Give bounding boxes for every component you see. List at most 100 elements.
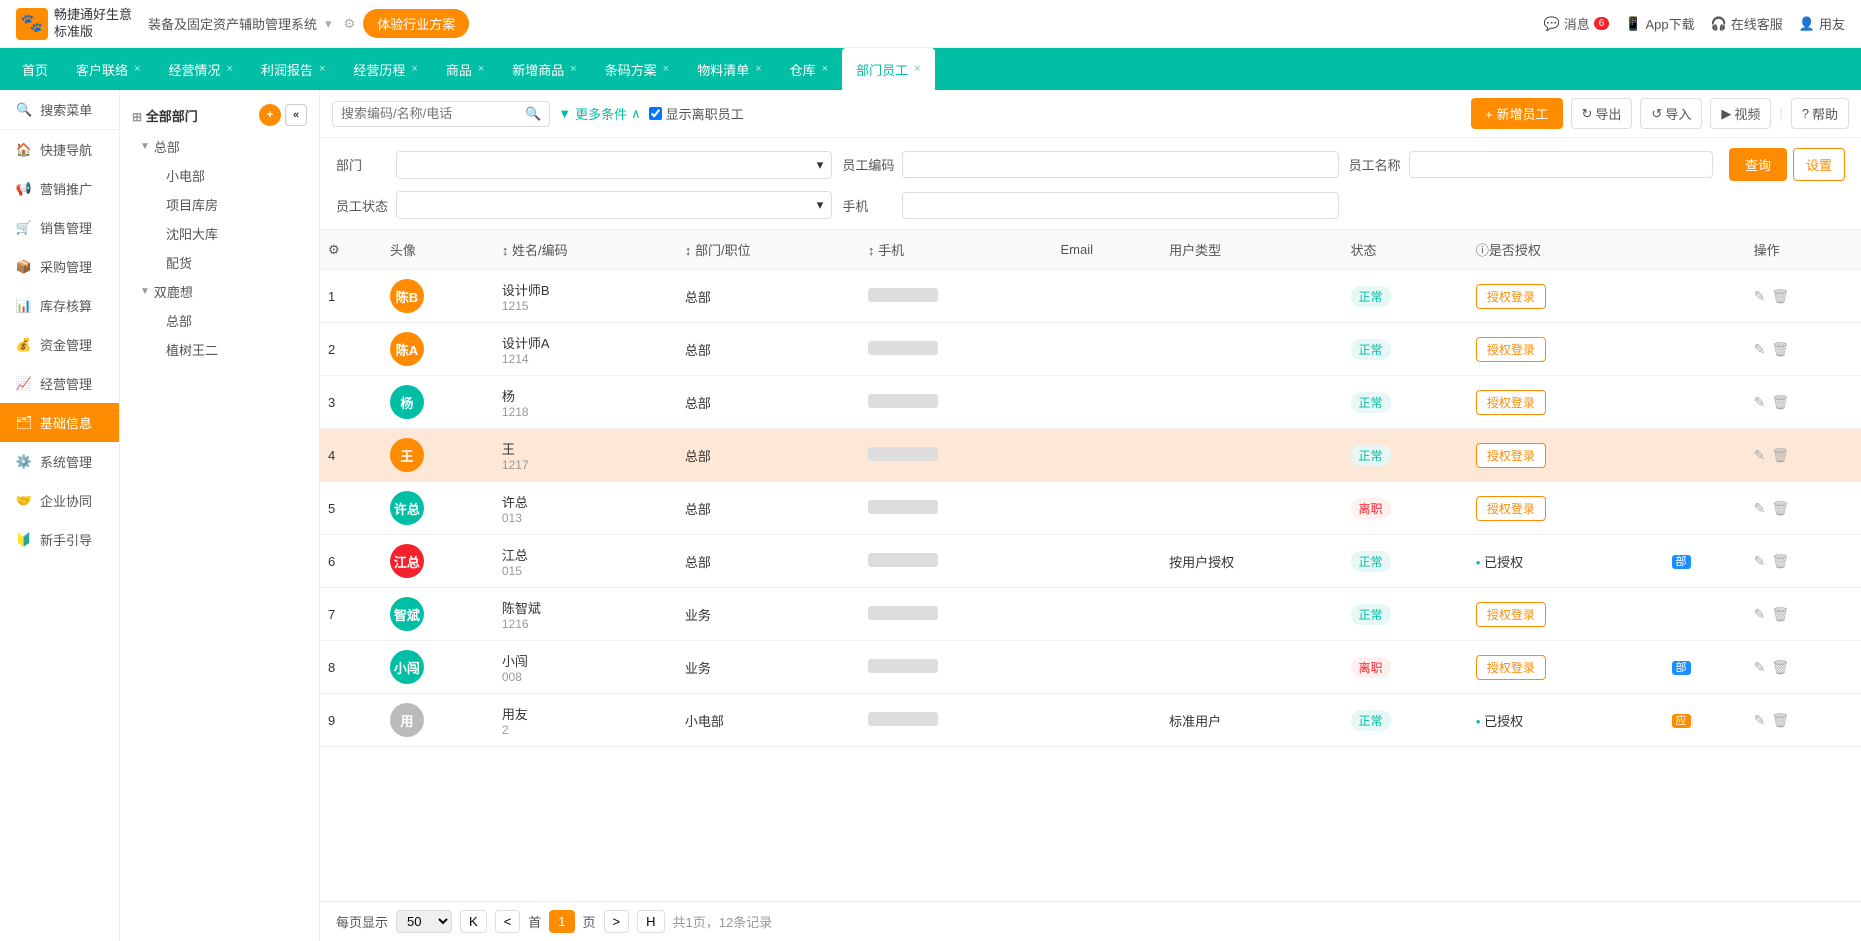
col-phone[interactable]: ↕ 手机 xyxy=(860,230,1053,270)
sidebar-item-purchase[interactable]: 📦采购管理 xyxy=(0,247,119,286)
dept-tree-item[interactable]: 总部 xyxy=(120,306,319,335)
auth-btn[interactable]: 授权登录 xyxy=(1476,284,1546,309)
close-tab-icon[interactable]: × xyxy=(411,63,417,75)
dept-tree-item[interactable]: 植树王二 xyxy=(120,335,319,364)
settings-icon[interactable]: ⚙ xyxy=(344,16,356,32)
col-dept[interactable]: ↕ 部门/职位 xyxy=(677,230,860,270)
edit-btn[interactable]: ✎ xyxy=(1754,659,1766,676)
nav-tab-商品[interactable]: 商品× xyxy=(432,48,498,90)
sidebar-item-system[interactable]: ⚙️系统管理 xyxy=(0,442,119,481)
first-page-btn[interactable]: K xyxy=(460,910,487,933)
sidebar-item-basic[interactable]: 🗂基础信息 xyxy=(0,403,119,442)
nav-tab-客户联络[interactable]: 客户联络× xyxy=(62,48,154,90)
sidebar-item-enterprise[interactable]: 🤝企业协同 xyxy=(0,481,119,520)
more-conditions-btn[interactable]: ▼ 更多条件 ∧ xyxy=(558,104,640,123)
msg-btn[interactable]: 💬 消息 6 xyxy=(1544,14,1610,33)
edit-btn[interactable]: ✎ xyxy=(1754,288,1766,305)
sidebar-item-inventory[interactable]: 📊库存核算 xyxy=(0,286,119,325)
edit-btn[interactable]: ✎ xyxy=(1754,394,1766,411)
help-btn[interactable]: ? 帮助 xyxy=(1791,98,1849,129)
sidebar-item-quick-nav[interactable]: 🏠快捷导航 xyxy=(0,130,119,169)
close-tab-icon[interactable]: × xyxy=(478,63,484,75)
last-page-btn[interactable]: H xyxy=(637,910,664,933)
delete-btn[interactable]: 🗑 xyxy=(1771,606,1789,623)
dept-tree-item[interactable]: 配货 xyxy=(120,248,319,277)
view-btn[interactable]: ▶ 视频 xyxy=(1710,98,1771,129)
nav-tab-条码方案[interactable]: 条码方案× xyxy=(591,48,683,90)
auth-btn[interactable]: 授权登录 xyxy=(1476,443,1546,468)
empcode-filter-input[interactable] xyxy=(902,151,1338,178)
dept-filter-select[interactable]: ▾ xyxy=(396,151,832,179)
app-download-btn[interactable]: 📱 App下载 xyxy=(1625,14,1694,33)
dept-tree-item[interactable]: 小电部 xyxy=(120,161,319,190)
nav-tab-仓库[interactable]: 仓库× xyxy=(776,48,842,90)
edit-btn[interactable]: ✎ xyxy=(1754,712,1766,729)
delete-btn[interactable]: 🗑 xyxy=(1771,394,1789,411)
delete-btn[interactable]: 🗑 xyxy=(1771,553,1789,570)
per-page-select[interactable]: 50 20 100 xyxy=(396,910,452,933)
import-btn[interactable]: ↺ 导入 xyxy=(1640,98,1702,129)
auth-btn[interactable]: 授权登录 xyxy=(1476,496,1546,521)
phone-filter-input[interactable] xyxy=(902,192,1338,219)
edit-btn[interactable]: ✎ xyxy=(1754,447,1766,464)
sidebar-item-operation[interactable]: 📈经营管理 xyxy=(0,364,119,403)
search-input[interactable] xyxy=(341,106,521,121)
col-name[interactable]: ↕ 姓名/编码 xyxy=(494,230,677,270)
sidebar-item-finance[interactable]: 💰资金管理 xyxy=(0,325,119,364)
search-btn[interactable]: 查询 xyxy=(1729,148,1787,181)
dept-tree-item[interactable]: 项目库房 xyxy=(120,190,319,219)
close-tab-icon[interactable]: × xyxy=(663,63,669,75)
nav-tab-利润报告[interactable]: 利润报告× xyxy=(247,48,339,90)
sidebar-item-guide[interactable]: 🔰新手引导 xyxy=(0,520,119,559)
search-menu-item[interactable]: 🔍 搜索菜单 xyxy=(0,90,119,130)
user-btn[interactable]: 👤 用友 xyxy=(1799,14,1845,33)
close-tab-icon[interactable]: × xyxy=(914,63,920,75)
current-page-btn[interactable]: 1 xyxy=(549,910,574,933)
close-tab-icon[interactable]: × xyxy=(226,63,232,75)
delete-btn[interactable]: 🗑 xyxy=(1771,500,1789,517)
empname-filter-input[interactable] xyxy=(1409,151,1713,178)
delete-btn[interactable]: 🗑 xyxy=(1771,341,1789,358)
edit-btn[interactable]: ✎ xyxy=(1754,553,1766,570)
edit-btn[interactable]: ✎ xyxy=(1754,606,1766,623)
auth-btn[interactable]: 授权登录 xyxy=(1476,337,1546,362)
delete-btn[interactable]: 🗑 xyxy=(1771,447,1789,464)
show-inactive-checkbox[interactable] xyxy=(649,107,662,120)
dept-collapse-btn[interactable]: « xyxy=(285,104,307,126)
nav-tab-经营历程[interactable]: 经营历程× xyxy=(339,48,431,90)
close-tab-icon[interactable]: × xyxy=(134,63,140,75)
export-btn[interactable]: ↻ 导出 xyxy=(1571,98,1633,129)
next-page-btn[interactable]: > xyxy=(604,910,630,933)
auth-btn[interactable]: 授权登录 xyxy=(1476,390,1546,415)
sidebar-item-marketing[interactable]: 📢营销推广 xyxy=(0,169,119,208)
close-tab-icon[interactable]: × xyxy=(570,63,576,75)
online-service-btn[interactable]: 🎧 在线客服 xyxy=(1711,14,1783,33)
try-btn[interactable]: 体验行业方案 xyxy=(363,9,469,38)
close-tab-icon[interactable]: × xyxy=(755,63,761,75)
prev-page-btn[interactable]: < xyxy=(495,910,521,933)
add-employee-btn[interactable]: + 新增员工 xyxy=(1471,98,1562,129)
dept-tree-item[interactable]: 沈阳大库 xyxy=(120,219,319,248)
dept-add-btn[interactable]: + xyxy=(259,104,281,126)
dept-tree-item[interactable]: ▼双鹿想 xyxy=(120,277,319,306)
edit-btn[interactable]: ✎ xyxy=(1754,341,1766,358)
nav-tab-物料清单[interactable]: 物料清单× xyxy=(683,48,775,90)
dept-tree-item[interactable]: ▼总部 xyxy=(120,132,319,161)
system-dropdown-icon[interactable]: ▾ xyxy=(325,16,332,32)
col-settings[interactable]: ⚙ xyxy=(320,230,382,270)
nav-tab-首页[interactable]: 首页 xyxy=(8,48,62,90)
edit-btn[interactable]: ✎ xyxy=(1754,500,1766,517)
close-tab-icon[interactable]: × xyxy=(319,63,325,75)
delete-btn[interactable]: 🗑 xyxy=(1771,712,1789,729)
search-submit-icon[interactable]: 🔍 xyxy=(525,106,541,122)
auth-btn[interactable]: 授权登录 xyxy=(1476,602,1546,627)
nav-tab-新增商品[interactable]: 新增商品× xyxy=(498,48,590,90)
empstatus-filter-select[interactable]: ▾ xyxy=(396,191,832,219)
delete-btn[interactable]: 🗑 xyxy=(1771,659,1789,676)
search-input-wrap[interactable]: 🔍 xyxy=(332,101,550,127)
close-tab-icon[interactable]: × xyxy=(822,63,828,75)
auth-btn[interactable]: 授权登录 xyxy=(1476,655,1546,680)
sidebar-item-sales[interactable]: 🛒销售管理 xyxy=(0,208,119,247)
delete-btn[interactable]: 🗑 xyxy=(1771,288,1789,305)
set-btn[interactable]: 设置 xyxy=(1793,148,1845,181)
